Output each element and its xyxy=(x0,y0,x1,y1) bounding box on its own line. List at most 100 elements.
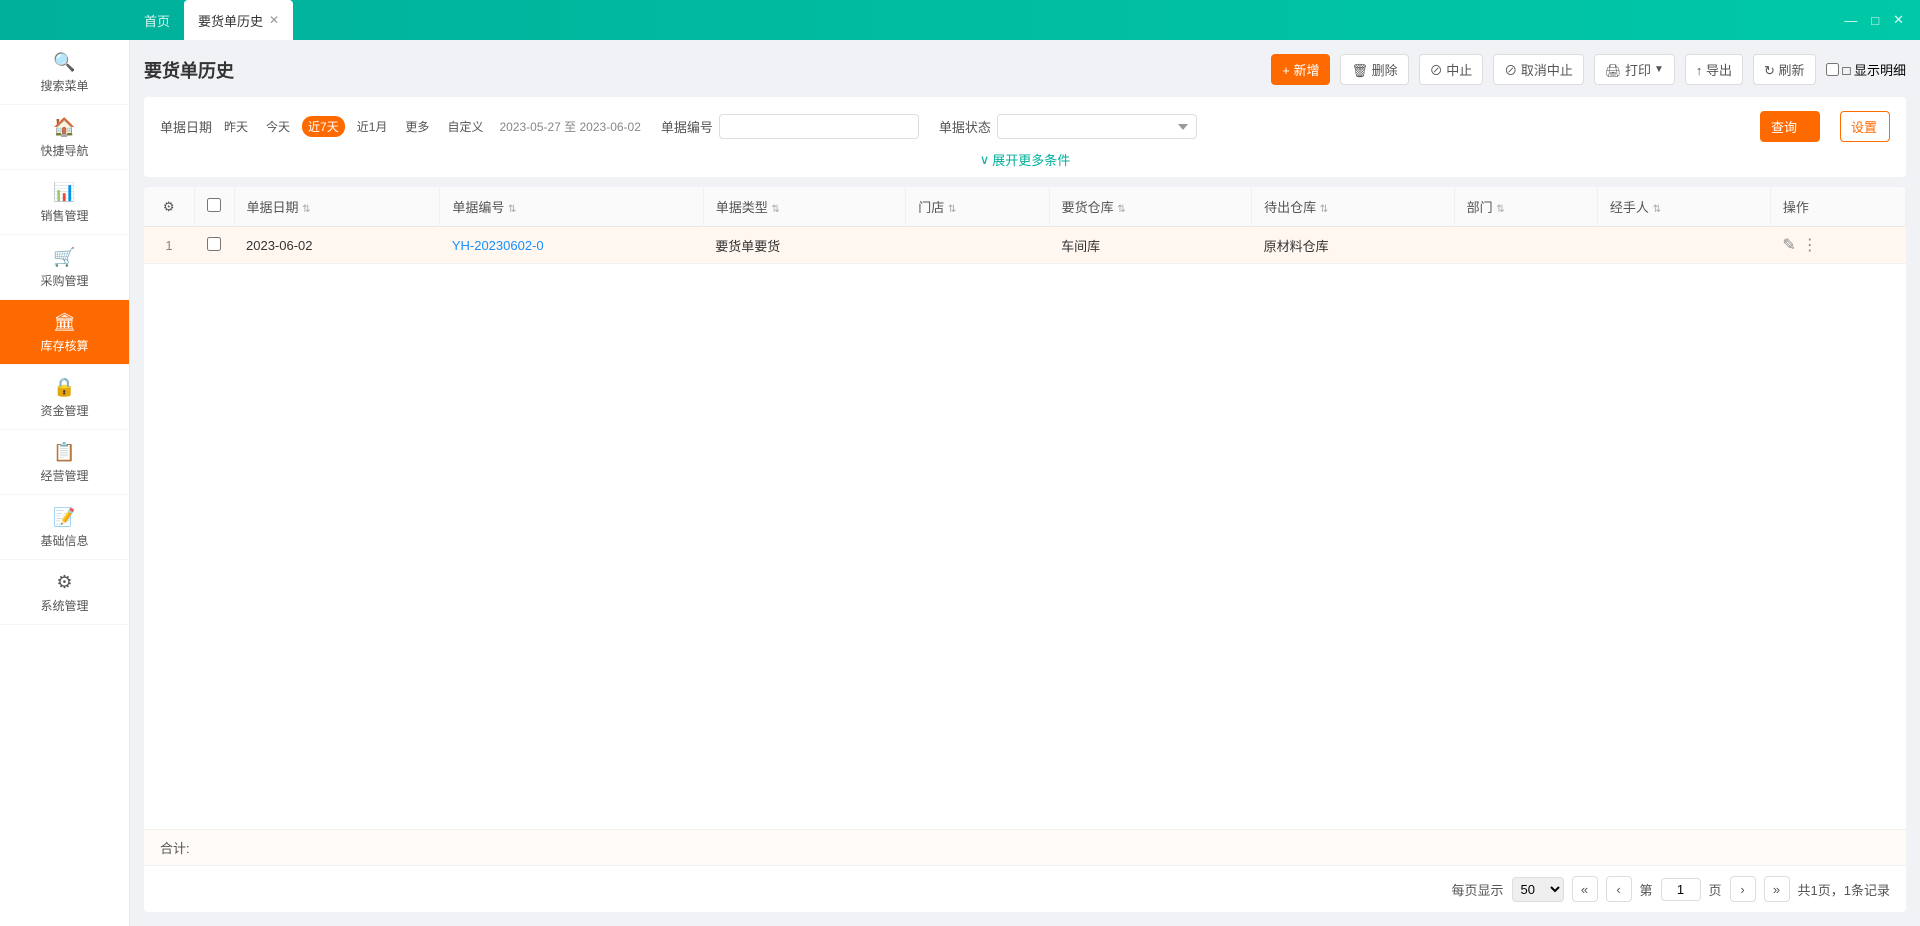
maximize-btn[interactable]: □ xyxy=(1871,13,1879,28)
prev-page-icon: ‹ xyxy=(1616,882,1620,897)
top-bar: 首页 要货单历史 ✕ — □ ✕ xyxy=(0,0,1920,40)
new-button[interactable]: + 新增 xyxy=(1271,54,1330,85)
table-footer: 合计: xyxy=(144,829,1906,865)
th-checkbox xyxy=(194,187,234,227)
total-info: 共1页，1条记录 xyxy=(1798,880,1890,899)
query-button[interactable]: 查询 xyxy=(1760,111,1820,142)
sort-pending-warehouse-icon[interactable]: ⇅ xyxy=(1320,204,1328,215)
th-action-label: 操作 xyxy=(1783,200,1809,215)
sort-req-warehouse-icon[interactable]: ⇅ xyxy=(1117,204,1125,215)
cancel-stop-button[interactable]: ⊘ 取消中止 xyxy=(1493,54,1584,85)
sidebar-item-system[interactable]: ⚙ 系统管理 xyxy=(0,560,129,625)
sidebar-item-quick-nav[interactable]: 🏠 快捷导航 xyxy=(0,105,129,170)
bill-no-filter-group: 单据编号 xyxy=(661,114,919,139)
next-page-btn[interactable]: › xyxy=(1730,876,1756,902)
date-btn-more[interactable]: 更多 xyxy=(399,116,435,137)
sort-date-icon[interactable]: ⇅ xyxy=(302,204,310,215)
close-btn[interactable]: ✕ xyxy=(1893,12,1904,28)
sidebar-item-sales[interactable]: 📊 销售管理 xyxy=(0,170,129,235)
date-btn-today[interactable]: 今天 xyxy=(260,116,296,137)
first-page-btn[interactable]: « xyxy=(1572,876,1598,902)
cell-bill-type: 要货单要货 xyxy=(703,227,906,264)
date-filter-group: 单据日期 昨天 今天 近7天 近1月 更多 自定义 2023-05-27 至 2… xyxy=(160,116,641,137)
refresh-button[interactable]: ↻ 刷新 xyxy=(1753,54,1816,85)
cell-req-warehouse: 车间库 xyxy=(1049,227,1252,264)
sidebar-label-quick-nav: 快捷导航 xyxy=(40,142,88,159)
th-pending-warehouse-label: 待出仓库 xyxy=(1264,200,1316,215)
bill-no-label: 单据编号 xyxy=(661,117,713,136)
date-btn-7days[interactable]: 近7天 xyxy=(302,116,345,137)
last-page-btn[interactable]: » xyxy=(1764,876,1790,902)
sort-shop-icon[interactable]: ⇅ xyxy=(948,204,956,215)
finance-icon: 🔒 xyxy=(53,377,75,398)
per-page-select[interactable]: 50 20 100 200 xyxy=(1512,877,1564,902)
sidebar: 🔍 搜索菜单 🏠 快捷导航 📊 销售管理 🛒 采购管理 🏛 库存核算 🔒 资金管… xyxy=(0,40,130,926)
row-checkbox[interactable] xyxy=(207,237,221,251)
action-icons: ✎ ⋮ xyxy=(1782,235,1893,255)
date-btn-1month[interactable]: 近1月 xyxy=(351,116,394,137)
table-scroll[interactable]: ⚙ 单据日期 ⇅ 单据编号 ⇅ xyxy=(144,187,1906,829)
next-page-icon: › xyxy=(1740,882,1744,897)
date-btn-yesterday[interactable]: 昨天 xyxy=(218,116,254,137)
data-table: ⚙ 单据日期 ⇅ 单据编号 ⇅ xyxy=(144,187,1906,264)
th-date-label: 单据日期 xyxy=(247,200,299,215)
sort-bill-no-icon[interactable]: ⇅ xyxy=(508,204,516,215)
th-bill-type: 单据类型 ⇅ xyxy=(703,187,906,227)
minimize-btn[interactable]: — xyxy=(1844,13,1857,28)
th-settings[interactable]: ⚙ xyxy=(144,187,194,227)
sort-bill-type-icon[interactable]: ⇅ xyxy=(771,204,779,215)
purchase-icon: 🛒 xyxy=(53,247,75,268)
prev-page-btn[interactable]: ‹ xyxy=(1606,876,1632,902)
tab-bill-history-label: 要货单历史 xyxy=(198,11,263,30)
filter-row-1: 单据日期 昨天 今天 近7天 近1月 更多 自定义 2023-05-27 至 2… xyxy=(160,111,1890,142)
print-button[interactable]: 🖨 打印 ▼ xyxy=(1594,54,1675,85)
cell-index: 1 xyxy=(144,227,194,264)
sidebar-item-search-menu[interactable]: 🔍 搜索菜单 xyxy=(0,40,129,105)
first-page-icon: « xyxy=(1581,882,1588,897)
th-handler-label: 经手人 xyxy=(1610,200,1649,215)
date-btn-custom[interactable]: 自定义 xyxy=(441,116,489,137)
window-controls: — □ ✕ xyxy=(1844,12,1920,28)
expand-more-label: 展开更多条件 xyxy=(992,150,1070,169)
bill-no-link[interactable]: YH-20230602-0 xyxy=(452,238,544,253)
sidebar-item-finance[interactable]: 🔒 资金管理 xyxy=(0,365,129,430)
close-tab-icon[interactable]: ✕ xyxy=(269,13,279,27)
sidebar-item-purchase[interactable]: 🛒 采购管理 xyxy=(0,235,129,300)
status-select[interactable] xyxy=(997,114,1197,139)
th-action: 操作 xyxy=(1770,187,1905,227)
table-header: ⚙ 单据日期 ⇅ 单据编号 ⇅ xyxy=(144,187,1906,227)
toolbar: + 新增 🗑 删除 ⊘ 中止 ⊘ 取消中止 🖨 打印 ▼ ↑ 导出 ↻ 刷新 □… xyxy=(1271,54,1906,85)
status-filter-group: 单据状态 xyxy=(939,114,1740,139)
cell-action: ✎ ⋮ xyxy=(1770,227,1905,264)
sidebar-item-operations[interactable]: 📋 经营管理 xyxy=(0,430,129,495)
delete-button[interactable]: 🗑 删除 xyxy=(1340,54,1408,85)
th-bill-no: 单据编号 ⇅ xyxy=(440,187,703,227)
tab-home[interactable]: 首页 xyxy=(130,0,184,40)
edit-action-icon[interactable]: ✎ xyxy=(1782,235,1795,255)
sort-department-icon[interactable]: ⇅ xyxy=(1496,204,1504,215)
expand-more-btn[interactable]: ∨ 展开更多条件 xyxy=(980,150,1071,169)
settings-col-icon[interactable]: ⚙ xyxy=(163,199,175,214)
export-button[interactable]: ↑ 导出 xyxy=(1685,54,1743,85)
th-date: 单据日期 ⇅ xyxy=(234,187,440,227)
stop-button[interactable]: ⊘ 中止 xyxy=(1419,54,1484,85)
cell-checkbox xyxy=(194,227,234,264)
cell-handler xyxy=(1597,227,1770,264)
settings-button[interactable]: 设置 xyxy=(1840,111,1890,142)
delete-action-icon[interactable]: ⋮ xyxy=(1802,235,1818,255)
display-detail-toggle[interactable]: □ 显示明细 xyxy=(1826,60,1906,79)
basic-info-icon: 📝 xyxy=(53,507,75,528)
sidebar-label-purchase: 采购管理 xyxy=(40,272,88,289)
content-area: 要货单历史 + 新增 🗑 删除 ⊘ 中止 ⊘ 取消中止 🖨 打印 ▼ ↑ 导出 … xyxy=(130,40,1920,926)
print-label: 🖨 打印 xyxy=(1605,60,1651,79)
sort-handler-icon[interactable]: ⇅ xyxy=(1653,204,1661,215)
sidebar-item-inventory[interactable]: 🏛 库存核算 xyxy=(0,300,129,365)
bill-no-input[interactable] xyxy=(719,114,919,139)
sidebar-item-basic-info[interactable]: 📝 基础信息 xyxy=(0,495,129,560)
tab-bill-history[interactable]: 要货单历史 ✕ xyxy=(184,0,293,40)
th-handler: 经手人 ⇅ xyxy=(1597,187,1770,227)
display-detail-checkbox[interactable] xyxy=(1826,63,1839,76)
page-number-input[interactable] xyxy=(1661,878,1701,901)
select-all-checkbox[interactable] xyxy=(207,198,221,212)
main-layout: 🔍 搜索菜单 🏠 快捷导航 📊 销售管理 🛒 采购管理 🏛 库存核算 🔒 资金管… xyxy=(0,40,1920,926)
